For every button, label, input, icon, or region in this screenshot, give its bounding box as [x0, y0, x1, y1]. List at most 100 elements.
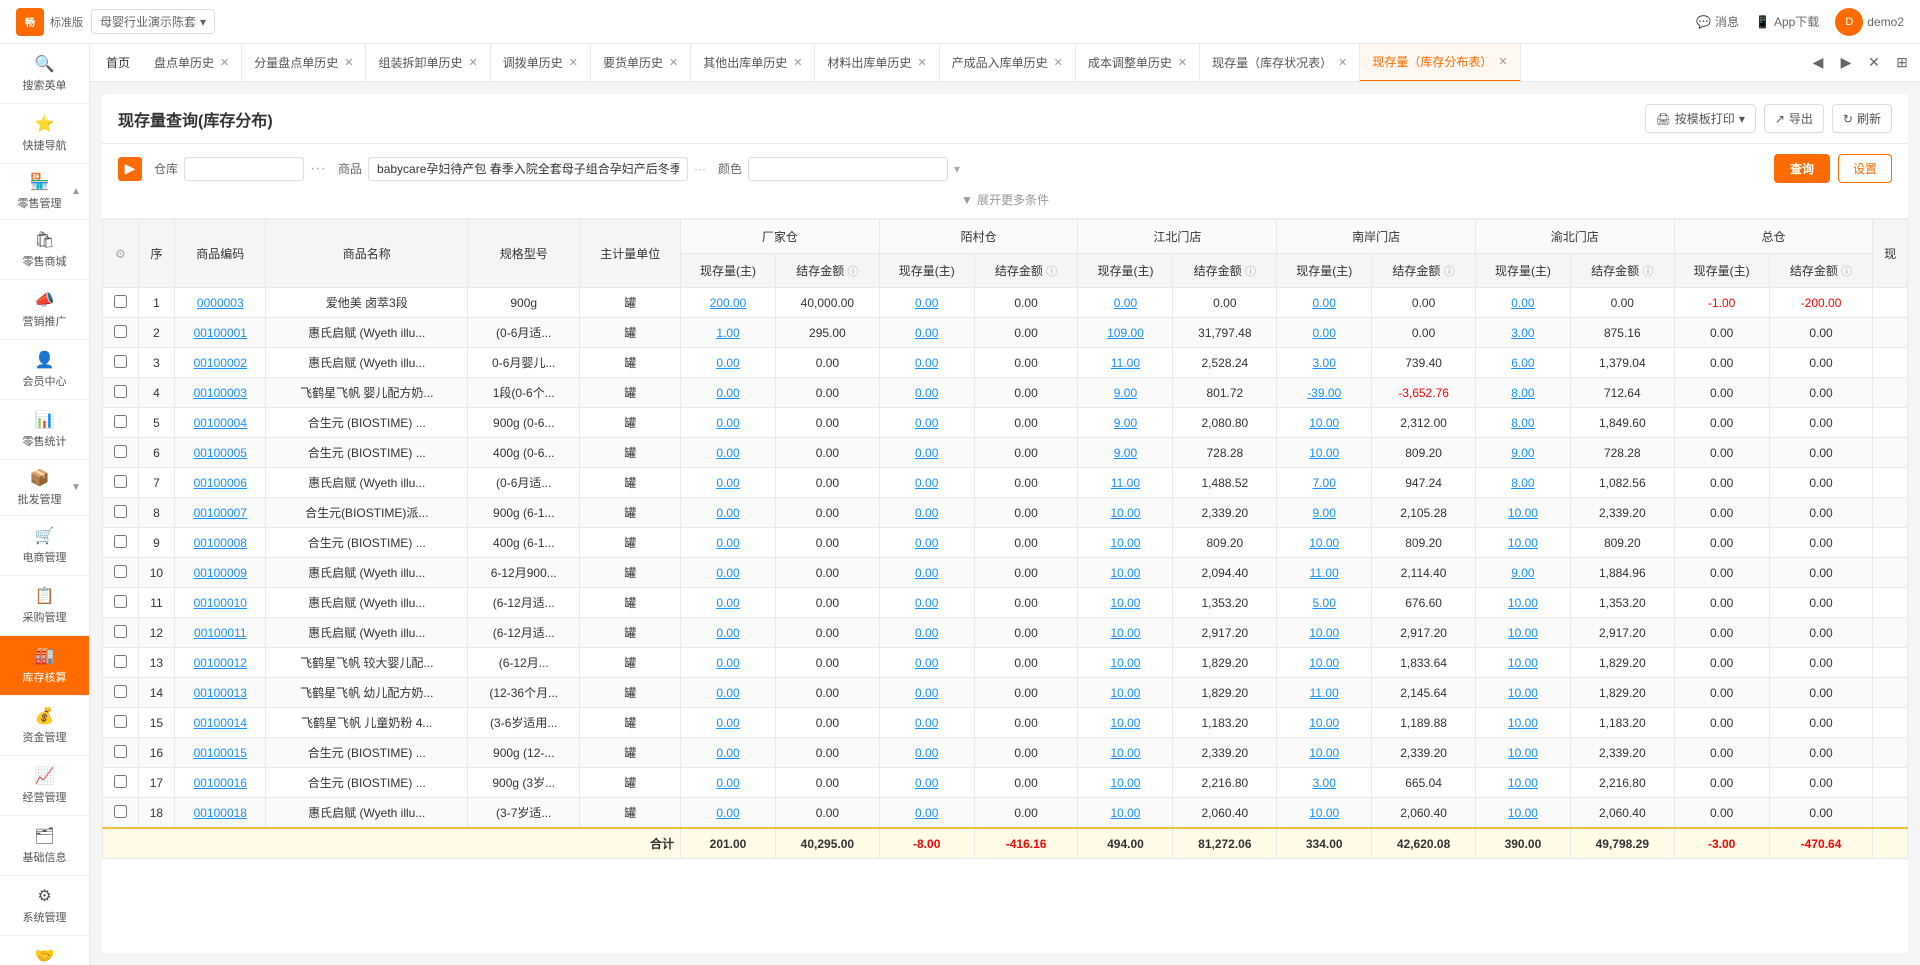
row-checkbox[interactable]	[114, 745, 127, 758]
tab-inventory-count[interactable]: 盘点单历史 ✕	[142, 44, 242, 82]
cell-checkbox[interactable]	[103, 648, 139, 678]
info-icon2[interactable]: ⓘ	[1046, 266, 1057, 278]
cell-checkbox[interactable]	[103, 678, 139, 708]
cell-checkbox[interactable]	[103, 618, 139, 648]
tab-close-inventory-count[interactable]: ✕	[220, 56, 229, 69]
cell-checkbox[interactable]	[103, 408, 139, 438]
tab-requisition[interactable]: 要货单历史 ✕	[591, 44, 691, 82]
tab-stock-status[interactable]: 现存量（库存状况表） ✕	[1200, 44, 1360, 82]
row-checkbox[interactable]	[114, 655, 127, 668]
row-checkbox[interactable]	[114, 685, 127, 698]
expand-conditions-btn[interactable]: ▼ 展开更多条件	[961, 191, 1049, 208]
sidebar-item-retail-stats[interactable]: 📊 零售统计	[0, 400, 89, 460]
cell-checkbox[interactable]	[103, 708, 139, 738]
goods-input[interactable]	[368, 157, 688, 181]
tab-close-cost-adjust[interactable]: ✕	[1178, 56, 1187, 69]
sidebar-item-inventory[interactable]: 🏭 库存核算	[0, 636, 89, 696]
tab-stock-dist[interactable]: 现存量（库存分布表） ✕	[1360, 44, 1520, 82]
tab-branch-count[interactable]: 分量盘点单历史 ✕	[242, 44, 366, 82]
row-checkbox[interactable]	[114, 595, 127, 608]
message-btn[interactable]: 💬 消息	[1696, 13, 1739, 30]
cell-checkbox[interactable]	[103, 288, 139, 318]
th-settings[interactable]: ⚙	[103, 220, 139, 288]
row-checkbox[interactable]	[114, 535, 127, 548]
tab-close-all-btn[interactable]: ✕	[1860, 44, 1888, 82]
sidebar-item-retail-shop[interactable]: 🛍 零售商城	[0, 220, 89, 280]
cell-checkbox[interactable]	[103, 798, 139, 829]
app-download-btn[interactable]: 📱 App下载	[1755, 13, 1819, 30]
row-checkbox[interactable]	[114, 565, 127, 578]
tab-close-transfer[interactable]: ✕	[569, 56, 578, 69]
tab-close-stock-dist[interactable]: ✕	[1498, 55, 1507, 68]
query-btn[interactable]: 查询	[1774, 154, 1830, 183]
tab-transfer[interactable]: 调拨单历史 ✕	[491, 44, 591, 82]
goods-more[interactable]: ···	[694, 162, 706, 176]
store-selector[interactable]: 母婴行业演示陈套 ▾	[91, 9, 215, 34]
tab-group-split[interactable]: 组装拆卸单历史 ✕	[366, 44, 490, 82]
cell-checkbox[interactable]	[103, 348, 139, 378]
row-checkbox[interactable]	[114, 445, 127, 458]
row-checkbox[interactable]	[114, 295, 127, 308]
sidebar-item-ops[interactable]: 📈 经营管理	[0, 756, 89, 816]
color-input[interactable]	[748, 157, 948, 181]
row-checkbox[interactable]	[114, 415, 127, 428]
sidebar-item-quicknav[interactable]: ⭐ 快捷导航	[0, 104, 89, 164]
sidebar-item-retail[interactable]: 🏪 零售管理 ▲	[0, 164, 89, 220]
tab-home[interactable]: 首页	[94, 44, 142, 82]
refresh-btn[interactable]: ↻ 刷新	[1832, 104, 1892, 133]
tab-expand-btn[interactable]: ⊞	[1888, 44, 1916, 82]
info-icon3[interactable]: ⓘ	[1245, 266, 1256, 278]
warehouse-input[interactable]	[184, 157, 304, 181]
cell-checkbox[interactable]	[103, 468, 139, 498]
sidebar-item-ecom[interactable]: 🛒 电商管理	[0, 516, 89, 576]
row-checkbox[interactable]	[114, 805, 127, 818]
export-btn[interactable]: ↗ 导出	[1764, 104, 1824, 133]
sidebar-item-corp[interactable]: 🤝 企业协同	[0, 936, 89, 965]
tab-close-other-out[interactable]: ✕	[793, 56, 802, 69]
row-checkbox[interactable]	[114, 505, 127, 518]
sidebar-item-base[interactable]: 🗂 基础信息	[0, 816, 89, 876]
user-menu[interactable]: D demo2	[1835, 8, 1904, 36]
row-checkbox[interactable]	[114, 715, 127, 728]
cell-checkbox[interactable]	[103, 378, 139, 408]
table-container[interactable]: ⚙ 序 商品编码 商品名称 规格型号 主计量单位 厂家仓 陌村仓 江北门店 南岸…	[102, 219, 1908, 953]
tab-cost-adjust[interactable]: 成本调整单历史 ✕	[1076, 44, 1200, 82]
info-icon1[interactable]: ⓘ	[848, 266, 859, 278]
setting-btn[interactable]: 设置	[1838, 154, 1892, 183]
sidebar-item-marketing[interactable]: 📣 营销推广	[0, 280, 89, 340]
sidebar-item-finance[interactable]: 💰 资金管理	[0, 696, 89, 756]
info-icon6[interactable]: ⓘ	[1841, 266, 1852, 278]
tab-other-out[interactable]: 其他出库单历史 ✕	[691, 44, 815, 82]
tab-material-out[interactable]: 材料出库单历史 ✕	[815, 44, 939, 82]
tab-close-branch-count[interactable]: ✕	[344, 56, 353, 69]
cell-checkbox[interactable]	[103, 438, 139, 468]
cell-checkbox[interactable]	[103, 498, 139, 528]
warehouse-dots[interactable]: ···	[310, 160, 326, 178]
row-checkbox[interactable]	[114, 385, 127, 398]
info-icon4[interactable]: ⓘ	[1444, 266, 1455, 278]
tab-next-btn[interactable]: ▶	[1832, 44, 1860, 82]
cell-checkbox[interactable]	[103, 318, 139, 348]
tab-close-product-in[interactable]: ✕	[1054, 56, 1063, 69]
sidebar-item-member[interactable]: 👤 会员中心	[0, 340, 89, 400]
info-icon5[interactable]: ⓘ	[1642, 266, 1653, 278]
cell-checkbox[interactable]	[103, 528, 139, 558]
cell-checkbox[interactable]	[103, 768, 139, 798]
tab-product-in[interactable]: 产成品入库单历史 ✕	[940, 44, 1076, 82]
row-checkbox[interactable]	[114, 625, 127, 638]
tab-close-requisition[interactable]: ✕	[669, 56, 678, 69]
sidebar-item-wholesale[interactable]: 📦 批发管理 ▼	[0, 460, 89, 516]
print-btn[interactable]: 🖨 按模板打印 ▾	[1645, 104, 1756, 133]
tab-close-material-out[interactable]: ✕	[917, 56, 926, 69]
cell-checkbox[interactable]	[103, 588, 139, 618]
sidebar-item-system[interactable]: ⚙ 系统管理	[0, 876, 89, 936]
sidebar-item-search[interactable]: 🔍 搜索英单	[0, 44, 89, 104]
filter-collapse-btn[interactable]: ▶	[118, 157, 142, 181]
cell-checkbox[interactable]	[103, 738, 139, 768]
row-checkbox[interactable]	[114, 325, 127, 338]
tab-close-stock-status[interactable]: ✕	[1338, 56, 1347, 69]
row-checkbox[interactable]	[114, 775, 127, 788]
cell-checkbox[interactable]	[103, 558, 139, 588]
tab-close-group-split[interactable]: ✕	[469, 56, 478, 69]
row-checkbox[interactable]	[114, 355, 127, 368]
